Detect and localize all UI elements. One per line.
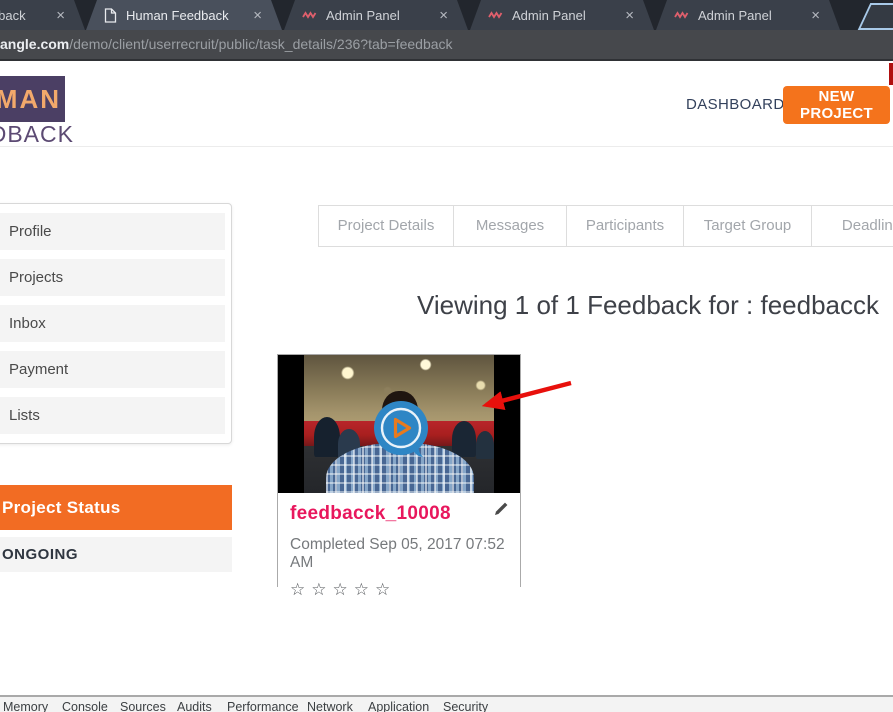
header-divider [0,146,893,147]
devtools-tabbar: Memory Console Sources Audits Performanc… [0,695,893,712]
rating-stars[interactable]: ☆☆☆☆☆ [290,580,508,600]
logo-text-top: HUMAN [0,83,61,114]
star-icon[interactable]: ☆ [354,580,375,599]
devtools-tab-security[interactable]: Security [443,700,488,712]
browser-tabstrip: Human Feedback × Human Feedback × Admin … [0,0,893,30]
star-icon[interactable]: ☆ [311,580,332,599]
browser-tab-4[interactable]: Admin Panel × [470,0,654,30]
sidebar-item-lists[interactable]: Lists [0,397,225,434]
wave-icon [488,10,503,20]
close-icon[interactable]: × [437,8,450,23]
browser-tab-active[interactable]: Human Feedback × [86,0,282,30]
devtools-tab-memory[interactable]: Memory [3,700,48,712]
tab-target-group[interactable]: Target Group [683,206,811,246]
address-bar[interactable]: angle.com/demo/client/userrecruit/public… [0,30,893,61]
close-icon[interactable]: × [54,8,67,23]
devtools-tab-audits[interactable]: Audits [177,700,212,712]
feedback-card-info: feedbacck_10008 Completed Sep 05, 2017 0… [278,493,520,599]
devtools-tab-application[interactable]: Application [368,700,429,712]
sidebar-nav: Profile Projects Inbox Payment Lists [0,203,232,444]
sidebar-item-projects[interactable]: Projects [0,259,225,296]
devtools-tab-sources[interactable]: Sources [120,700,166,712]
tab-project-details[interactable]: Project Details [319,206,453,246]
wave-icon [674,10,689,20]
browser-window: Human Feedback × Human Feedback × Admin … [0,0,893,712]
annotation-arrow [481,380,572,410]
photo-figure [452,421,476,457]
page-icon [104,8,117,23]
edit-icon[interactable] [492,501,510,519]
browser-tab-5[interactable]: Admin Panel × [656,0,840,30]
new-tab-button[interactable] [857,3,893,30]
devtools-tab-console[interactable]: Console [62,700,108,712]
project-status-panel: Project Status ONGOING [0,485,232,572]
tab-participants[interactable]: Participants [566,206,683,246]
dashboard-link[interactable]: DASHBOARD [686,96,785,113]
devtools-tab-performance[interactable]: Performance [227,700,299,712]
close-icon[interactable]: × [809,8,822,23]
close-icon[interactable]: × [623,8,636,23]
play-icon[interactable] [371,398,431,458]
photo-figure [314,417,340,457]
devtools-tab-network[interactable]: Network [307,700,353,712]
star-icon[interactable]: ☆ [333,580,354,599]
project-status-header: Project Status [0,485,232,530]
tab-title: Human Feedback [126,7,229,23]
logo[interactable]: HUMAN [0,76,65,122]
url-path: /demo/client/userrecruit/public/task_det… [69,36,453,52]
tab-title: Human Feedback [0,7,26,23]
status-item-ongoing[interactable]: ONGOING [0,537,232,572]
browser-tab-1[interactable]: Human Feedback × [0,0,85,30]
tab-title: Admin Panel [326,7,400,23]
sidebar-item-profile[interactable]: Profile [0,213,225,250]
tab-messages[interactable]: Messages [453,206,566,246]
logo-text-bottom: FEEDBACK [0,121,74,147]
task-tabs: Project Details Messages Participants Ta… [318,205,893,247]
close-icon[interactable]: × [251,8,264,23]
browser-tab-3[interactable]: Admin Panel × [284,0,468,30]
photo-figure [476,431,494,459]
sidebar-item-payment[interactable]: Payment [0,351,225,388]
tab-title: Admin Panel [512,7,586,23]
sidebar-item-inbox[interactable]: Inbox [0,305,225,342]
url-domain: angle.com [0,36,70,52]
star-icon[interactable]: ☆ [375,580,396,599]
feedback-title[interactable]: feedbacck_10008 [290,503,508,525]
feedback-status-text: Completed Sep 05, 2017 07:52 AM [290,536,505,571]
clipped-edge-element [889,63,893,85]
new-project-button[interactable]: NEW PROJECT [783,86,890,124]
tab-deadline[interactable]: Deadline [811,206,893,246]
tab-title: Admin Panel [698,7,772,23]
page-title: Viewing 1 of 1 Feedback for : feedbacck [416,290,880,320]
star-icon[interactable]: ☆ [290,580,311,599]
wave-icon [302,10,317,20]
